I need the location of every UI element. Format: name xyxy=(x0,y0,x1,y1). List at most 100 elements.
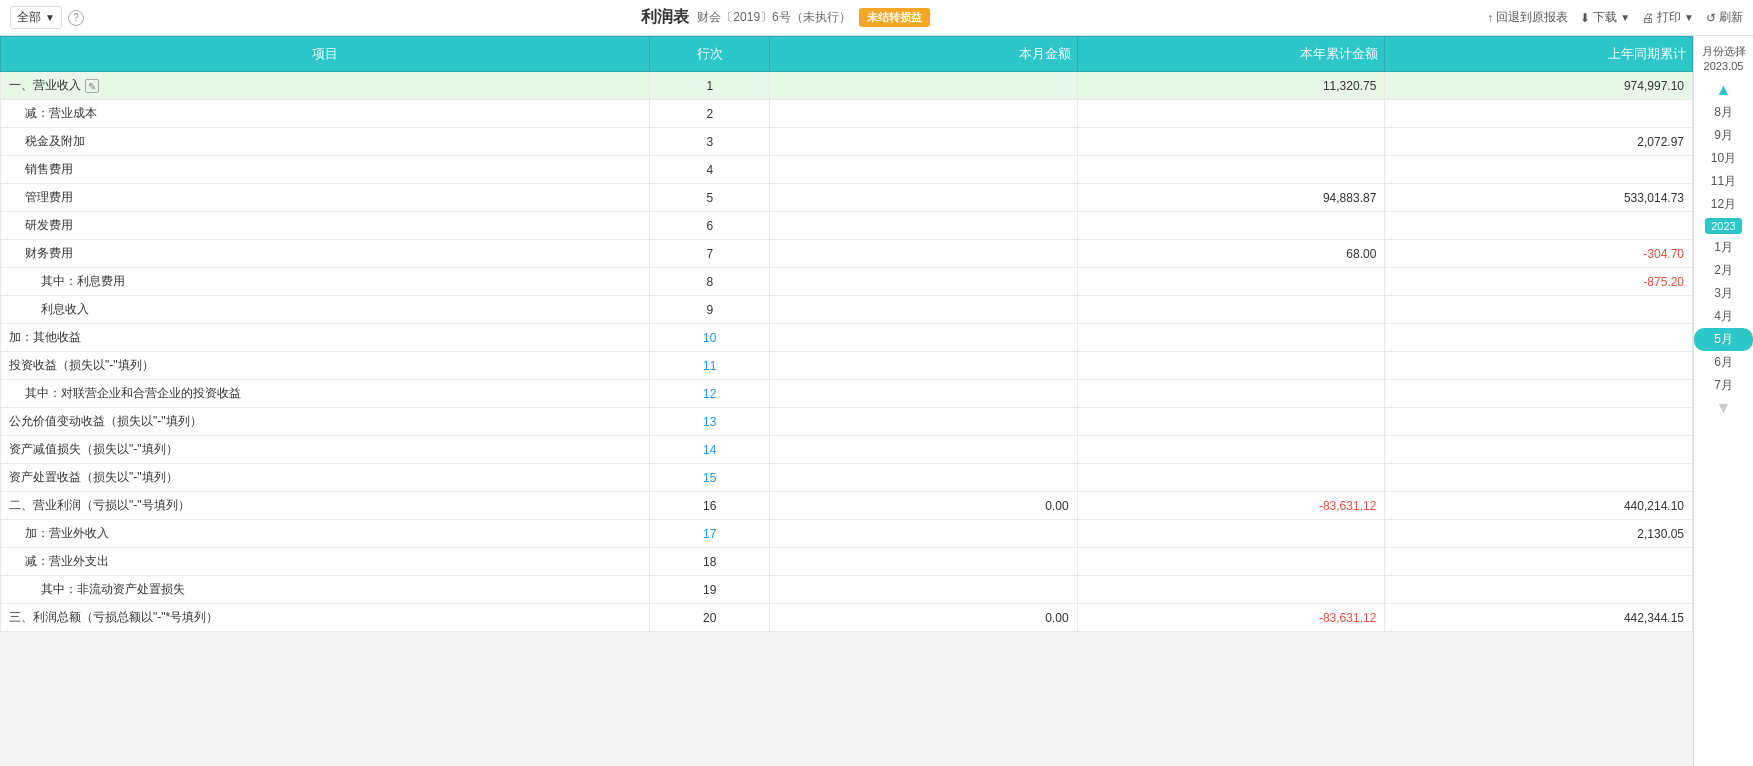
table-row: 其中：非流动资产处置损失19 xyxy=(1,576,1693,604)
cell-row-num: 20 xyxy=(650,604,770,632)
table-row: 加：营业外收入172,130.05 xyxy=(1,520,1693,548)
sidebar-month-2[interactable]: 2月 xyxy=(1694,259,1753,282)
cell-row-num: 12 xyxy=(650,380,770,408)
col-header-row: 行次 xyxy=(650,37,770,72)
cell-item: 销售费用 xyxy=(1,156,650,184)
cell-year xyxy=(1077,100,1385,128)
cell-lastyear xyxy=(1385,156,1693,184)
table-row: 其中：利息费用8-875.20 xyxy=(1,268,1693,296)
top-bar-right: ↑ 回退到原报表 ⬇ 下载 ▼ 🖨 打印 ▼ ↺ 刷新 xyxy=(1487,9,1743,26)
top-bar-left: 全部 ▼ ? xyxy=(10,6,84,29)
cell-lastyear xyxy=(1385,324,1693,352)
cell-row-num: 14 xyxy=(650,436,770,464)
cell-row-num: 2 xyxy=(650,100,770,128)
sidebar-month-4[interactable]: 4月 xyxy=(1694,305,1753,328)
status-badge: 未结转损益 xyxy=(859,8,930,27)
cell-item: 其中：利息费用 xyxy=(1,268,650,296)
sidebar-month-6[interactable]: 6月 xyxy=(1694,351,1753,374)
cell-row-num: 17 xyxy=(650,520,770,548)
cell-month xyxy=(770,100,1078,128)
cell-month xyxy=(770,408,1078,436)
table-row: 资产处置收益（损失以"-"填列）15 xyxy=(1,464,1693,492)
cell-row-num: 8 xyxy=(650,268,770,296)
cell-month xyxy=(770,296,1078,324)
cell-row-num: 11 xyxy=(650,352,770,380)
cell-month xyxy=(770,184,1078,212)
page-title: 利润表 xyxy=(641,7,689,28)
cell-month xyxy=(770,72,1078,100)
sidebar-month-8[interactable]: 8月 xyxy=(1694,101,1753,124)
cell-lastyear xyxy=(1385,436,1693,464)
table-row: 研发费用6 xyxy=(1,212,1693,240)
sidebar-month-9[interactable]: 9月 xyxy=(1694,124,1753,147)
cell-month xyxy=(770,212,1078,240)
table-row: 减：营业外支出18 xyxy=(1,548,1693,576)
cell-item: 利息收入 xyxy=(1,296,650,324)
sidebar-down-arrow[interactable]: ▼ xyxy=(1716,397,1732,419)
cell-lastyear xyxy=(1385,464,1693,492)
cell-month xyxy=(770,576,1078,604)
cell-item: 减：营业成本 xyxy=(1,100,650,128)
cell-row-num: 9 xyxy=(650,296,770,324)
cell-lastyear: -304.70 xyxy=(1385,240,1693,268)
cell-year: 94,883.87 xyxy=(1077,184,1385,212)
cell-month xyxy=(770,324,1078,352)
download-icon: ⬇ xyxy=(1580,11,1590,25)
sidebar-month-7[interactable]: 7月 xyxy=(1694,374,1753,397)
cell-month: 0.00 xyxy=(770,492,1078,520)
cell-item: 其中：非流动资产处置损失 xyxy=(1,576,650,604)
cell-month xyxy=(770,240,1078,268)
cell-row-num: 19 xyxy=(650,576,770,604)
cell-year xyxy=(1077,296,1385,324)
cell-lastyear xyxy=(1385,212,1693,240)
cell-month xyxy=(770,464,1078,492)
sidebar-month-11[interactable]: 11月 xyxy=(1694,170,1753,193)
refresh-button[interactable]: ↺ 刷新 xyxy=(1706,9,1743,26)
sidebar-month-1[interactable]: 1月 xyxy=(1694,236,1753,259)
cell-lastyear: 974,997.10 xyxy=(1385,72,1693,100)
sidebar-year-2023[interactable]: 2023 xyxy=(1705,218,1741,234)
cell-row-num: 13 xyxy=(650,408,770,436)
back-button[interactable]: ↑ 回退到原报表 xyxy=(1487,9,1568,26)
cell-lastyear: 533,014.73 xyxy=(1385,184,1693,212)
table-header-row: 项目 行次 本月金额 本年累计金额 上年同期累计 xyxy=(1,37,1693,72)
cell-row-num: 15 xyxy=(650,464,770,492)
cell-year xyxy=(1077,268,1385,296)
table-row: 销售费用4 xyxy=(1,156,1693,184)
download-arrow-icon: ▼ xyxy=(1620,12,1630,23)
cell-item: 减：营业外支出 xyxy=(1,548,650,576)
edit-icon[interactable]: ✎ xyxy=(85,79,99,93)
cell-row-num: 10 xyxy=(650,324,770,352)
col-header-item: 项目 xyxy=(1,37,650,72)
cell-row-num: 18 xyxy=(650,548,770,576)
table-row: 二、营业利润（亏损以"-"号填列）160.00-83,631.12440,214… xyxy=(1,492,1693,520)
cell-item: 三、利润总额（亏损总额以"-"*号填列） xyxy=(1,604,650,632)
cell-year xyxy=(1077,128,1385,156)
sidebar-month-3[interactable]: 3月 xyxy=(1694,282,1753,305)
cell-year: -83,631.12 xyxy=(1077,604,1385,632)
sidebar-month-12[interactable]: 12月 xyxy=(1694,193,1753,216)
cell-month xyxy=(770,156,1078,184)
scope-dropdown[interactable]: 全部 ▼ xyxy=(10,6,62,29)
cell-row-num: 1 xyxy=(650,72,770,100)
cell-item: 其中：对联营企业和合营企业的投资收益 xyxy=(1,380,650,408)
table-row: 公允价值变动收益（损失以"-"填列）13 xyxy=(1,408,1693,436)
download-button[interactable]: ⬇ 下载 ▼ xyxy=(1580,9,1630,26)
print-arrow-icon: ▼ xyxy=(1684,12,1694,23)
sidebar-up-arrow[interactable]: ▲ xyxy=(1716,79,1732,101)
dropdown-arrow-icon: ▼ xyxy=(45,12,55,23)
table-row: 三、利润总额（亏损总额以"-"*号填列）200.00-83,631.12442,… xyxy=(1,604,1693,632)
cell-year xyxy=(1077,352,1385,380)
cell-lastyear xyxy=(1385,100,1693,128)
cell-year: 11,320.75 xyxy=(1077,72,1385,100)
cell-year xyxy=(1077,464,1385,492)
table-row: 投资收益（损失以"-"填列）11 xyxy=(1,352,1693,380)
cell-item: 财务费用 xyxy=(1,240,650,268)
cell-item: 二、营业利润（亏损以"-"号填列） xyxy=(1,492,650,520)
table-row: 税金及附加32,072.97 xyxy=(1,128,1693,156)
sidebar-month-10[interactable]: 10月 xyxy=(1694,147,1753,170)
help-icon[interactable]: ? xyxy=(68,10,84,26)
sidebar-month-5[interactable]: 5月 xyxy=(1694,328,1753,351)
top-bar: 全部 ▼ ? 利润表 财会〔2019〕6号（未执行） 未结转损益 ↑ 回退到原报… xyxy=(0,0,1753,36)
print-button[interactable]: 🖨 打印 ▼ xyxy=(1642,9,1694,26)
